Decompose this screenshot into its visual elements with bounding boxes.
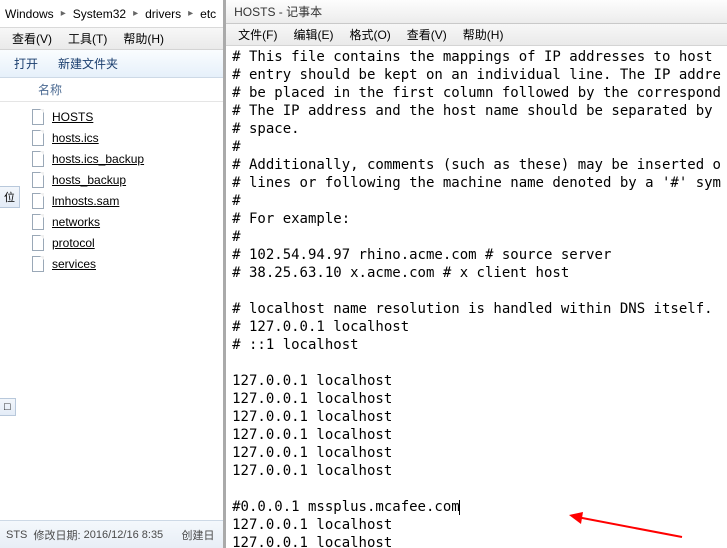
status-modify-value: 2016/12/16 8:35 xyxy=(84,529,164,541)
chevron-right-icon[interactable]: ▸ xyxy=(57,8,70,19)
status-prefix: STS xyxy=(6,529,27,541)
status-bar: STS 修改日期: 2016/12/16 8:35 创建日 xyxy=(0,520,223,548)
file-item-hosts[interactable]: HOSTS xyxy=(0,106,223,127)
file-label: services xyxy=(52,257,96,271)
breadcrumb-seg[interactable]: drivers xyxy=(142,7,184,21)
file-item[interactable]: hosts.ics_backup xyxy=(0,148,223,169)
status-create-label: 创建日 xyxy=(182,527,215,543)
breadcrumb[interactable]: Windows▸ System32▸ drivers▸ etc xyxy=(0,0,223,28)
file-item[interactable]: hosts.ics xyxy=(0,127,223,148)
annotation-arrow-icon xyxy=(567,512,687,542)
file-icon xyxy=(30,109,46,125)
file-label: hosts.ics xyxy=(52,131,99,145)
notepad-menu-bar: 文件(F) 编辑(E) 格式(O) 查看(V) 帮助(H) xyxy=(226,24,727,46)
notepad-text-area[interactable]: # This file contains the mappings of IP … xyxy=(226,46,727,548)
file-label: networks xyxy=(52,215,100,229)
file-label: lmhosts.sam xyxy=(52,194,119,208)
file-list: HOSTS hosts.ics hosts.ics_backup hosts_b… xyxy=(0,102,223,520)
file-label: hosts_backup xyxy=(52,173,126,187)
menu-help[interactable]: 帮助(H) xyxy=(455,26,512,43)
file-item[interactable]: networks xyxy=(0,211,223,232)
chevron-right-icon[interactable]: ▸ xyxy=(184,8,197,19)
breadcrumb-seg[interactable]: Windows xyxy=(2,7,57,21)
side-tab[interactable]: □ xyxy=(0,398,16,416)
menu-tools[interactable]: 工具(T) xyxy=(60,30,115,47)
file-icon xyxy=(30,151,46,167)
file-icon xyxy=(30,193,46,209)
file-icon xyxy=(30,130,46,146)
file-item[interactable]: hosts_backup xyxy=(0,169,223,190)
menu-edit[interactable]: 编辑(E) xyxy=(285,26,341,43)
breadcrumb-seg[interactable]: System32 xyxy=(70,7,129,21)
text-cursor xyxy=(459,500,460,515)
status-modify-label: 修改日期: xyxy=(34,527,81,543)
notepad-pane: HOSTS - 记事本 文件(F) 编辑(E) 格式(O) 查看(V) 帮助(H… xyxy=(226,0,727,548)
file-label: HOSTS xyxy=(52,110,93,124)
file-item[interactable]: protocol xyxy=(0,232,223,253)
file-label: hosts.ics_backup xyxy=(52,152,144,166)
chevron-right-icon[interactable]: ▸ xyxy=(129,8,142,19)
file-item[interactable]: lmhosts.sam xyxy=(0,190,223,211)
notepad-title-bar[interactable]: HOSTS - 记事本 xyxy=(226,0,727,24)
file-icon xyxy=(30,214,46,230)
column-header-name[interactable]: 名称 xyxy=(0,78,223,102)
breadcrumb-seg[interactable]: etc xyxy=(197,7,219,21)
explorer-toolbar: 打开 新建文件夹 xyxy=(0,50,223,78)
text-after-cursor: 127.0.0.1 localhost 127.0.0.1 localhost … xyxy=(232,517,519,548)
explorer-pane: Windows▸ System32▸ drivers▸ etc 查看(V) 工具… xyxy=(0,0,226,548)
file-label: protocol xyxy=(52,236,95,250)
explorer-menu-bar: 查看(V) 工具(T) 帮助(H) xyxy=(0,28,223,50)
side-tab[interactable]: 位 xyxy=(0,186,20,208)
file-item[interactable]: services xyxy=(0,253,223,274)
open-button[interactable]: 打开 xyxy=(4,55,48,72)
file-icon xyxy=(30,172,46,188)
text-before-cursor: # This file contains the mappings of IP … xyxy=(232,49,721,515)
file-icon xyxy=(30,256,46,272)
menu-view[interactable]: 查看(V) xyxy=(4,30,60,47)
file-icon xyxy=(30,235,46,251)
menu-format[interactable]: 格式(O) xyxy=(341,26,398,43)
menu-help[interactable]: 帮助(H) xyxy=(115,30,172,47)
menu-file[interactable]: 文件(F) xyxy=(230,26,285,43)
menu-view[interactable]: 查看(V) xyxy=(399,26,455,43)
new-folder-button[interactable]: 新建文件夹 xyxy=(48,55,128,72)
